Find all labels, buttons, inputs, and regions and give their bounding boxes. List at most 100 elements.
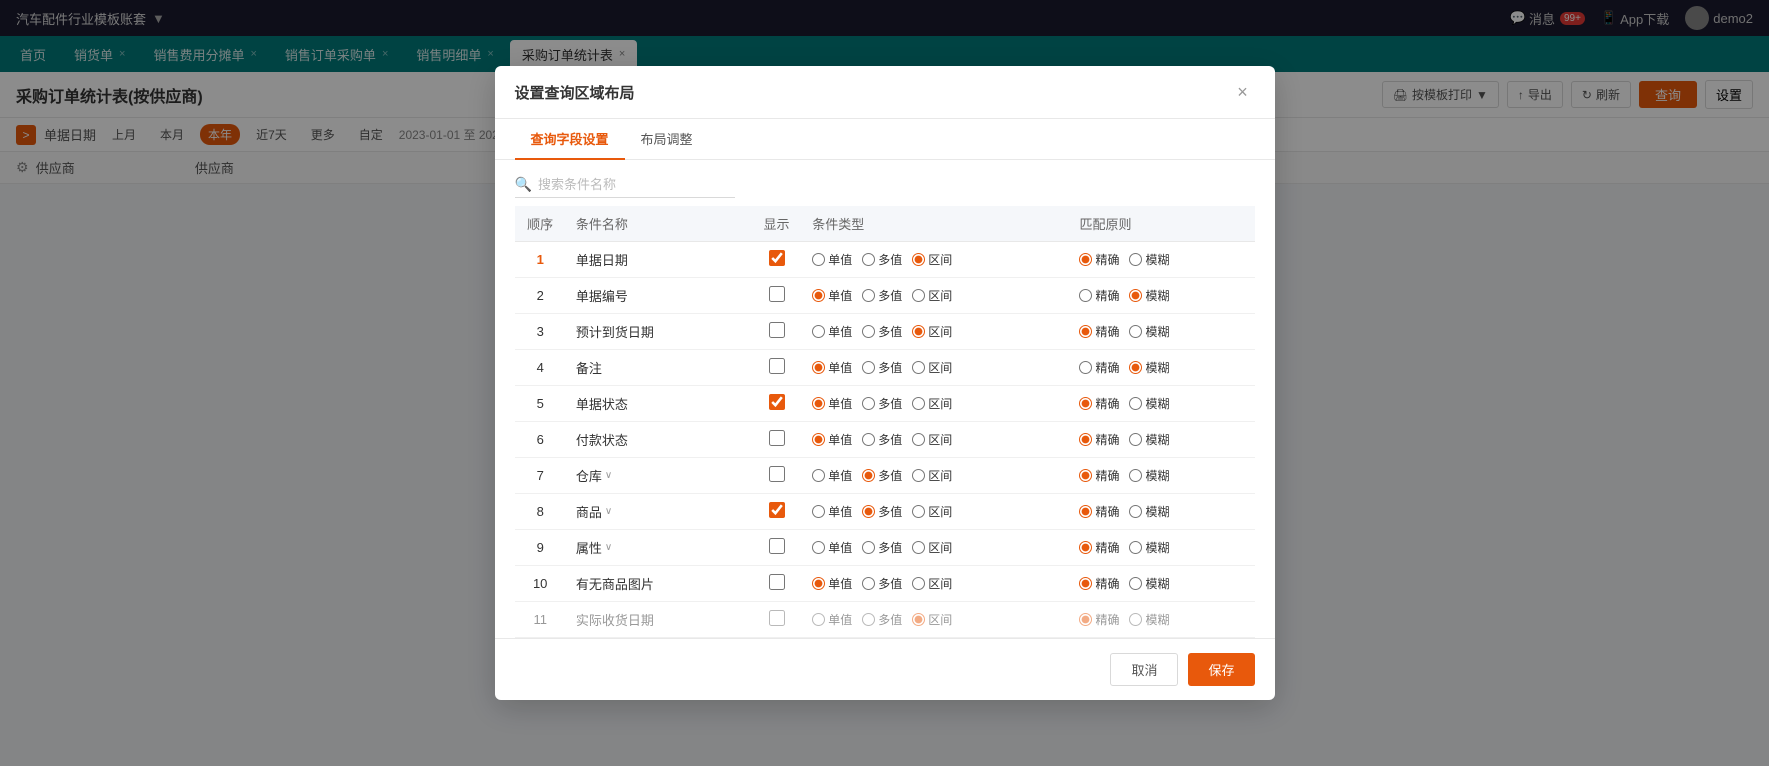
save-btn[interactable]: 保存: [1188, 653, 1254, 686]
radio-match-exact[interactable]: 精确: [1079, 359, 1119, 376]
display-checkbox[interactable]: [769, 466, 785, 482]
radio-type-range[interactable]: 区间: [912, 539, 952, 556]
row-order: 4: [515, 350, 566, 386]
search-input[interactable]: [538, 177, 718, 192]
radio-type-range[interactable]: 区间: [912, 323, 952, 340]
row-order: 5: [515, 386, 566, 422]
radio-type-multi[interactable]: 多值: [862, 611, 902, 628]
radio-type-multi[interactable]: 多值: [862, 287, 902, 304]
radio-type-single[interactable]: 单值: [812, 395, 852, 412]
row-display-checkbox-cell: [751, 386, 802, 422]
radio-match-fuzzy[interactable]: 模糊: [1129, 287, 1169, 304]
radio-type-range[interactable]: 区间: [912, 431, 952, 448]
radio-type-range[interactable]: 区间: [912, 251, 952, 268]
radio-type-single[interactable]: 单值: [812, 611, 852, 628]
row-match-cell: 精确模糊: [1069, 314, 1254, 350]
radio-type-single[interactable]: 单值: [812, 323, 852, 340]
radio-type-multi[interactable]: 多值: [862, 503, 902, 520]
row-order: 3: [515, 314, 566, 350]
row-type-cell: 单值多值区间: [802, 350, 1069, 386]
th-name: 条件名称: [566, 206, 751, 242]
radio-match-exact[interactable]: 精确: [1079, 539, 1119, 556]
radio-type-range[interactable]: 区间: [912, 575, 952, 592]
display-checkbox[interactable]: [769, 574, 785, 590]
row-display-checkbox-cell: [751, 458, 802, 494]
display-checkbox[interactable]: [769, 286, 785, 302]
display-checkbox[interactable]: [769, 358, 785, 374]
cancel-btn[interactable]: 取消: [1110, 653, 1178, 686]
radio-type-multi[interactable]: 多值: [862, 359, 902, 376]
radio-type-range[interactable]: 区间: [912, 395, 952, 412]
radio-type-single[interactable]: 单值: [812, 575, 852, 592]
display-checkbox[interactable]: [769, 250, 785, 266]
radio-match-exact[interactable]: 精确: [1079, 287, 1119, 304]
radio-type-multi[interactable]: 多值: [862, 539, 902, 556]
radio-match-fuzzy[interactable]: 模糊: [1129, 323, 1169, 340]
row-display-checkbox-cell: [751, 566, 802, 602]
table-row: 7仓库 ∨单值多值区间精确模糊: [515, 458, 1255, 494]
th-match: 匹配原则: [1069, 206, 1254, 242]
radio-type-multi[interactable]: 多值: [862, 575, 902, 592]
row-order: 2: [515, 278, 566, 314]
row-match-cell: 精确模糊: [1069, 350, 1254, 386]
radio-match-fuzzy[interactable]: 模糊: [1129, 575, 1169, 592]
radio-match-fuzzy[interactable]: 模糊: [1129, 539, 1169, 556]
radio-match-exact[interactable]: 精确: [1079, 575, 1119, 592]
radio-match-fuzzy[interactable]: 模糊: [1129, 503, 1169, 520]
row-display-checkbox-cell: [751, 350, 802, 386]
radio-type-multi[interactable]: 多值: [862, 251, 902, 268]
radio-type-single[interactable]: 单值: [812, 503, 852, 520]
display-checkbox[interactable]: [769, 394, 785, 410]
radio-type-multi[interactable]: 多值: [862, 395, 902, 412]
row-match-cell: 精确模糊: [1069, 458, 1254, 494]
radio-match-exact[interactable]: 精确: [1079, 323, 1119, 340]
radio-type-single[interactable]: 单值: [812, 287, 852, 304]
radio-type-range[interactable]: 区间: [912, 287, 952, 304]
table-row: 4备注单值多值区间精确模糊: [515, 350, 1255, 386]
radio-type-multi[interactable]: 多值: [862, 431, 902, 448]
display-checkbox[interactable]: [769, 538, 785, 554]
radio-type-single[interactable]: 单值: [812, 359, 852, 376]
row-type-cell: 单值多值区间: [802, 530, 1069, 566]
radio-type-single[interactable]: 单值: [812, 539, 852, 556]
radio-match-fuzzy[interactable]: 模糊: [1129, 251, 1169, 268]
radio-type-single[interactable]: 单值: [812, 467, 852, 484]
tab-query-fields[interactable]: 查询字段设置: [515, 119, 625, 160]
dialog-close-btn[interactable]: ×: [1231, 80, 1255, 104]
row-order: 6: [515, 422, 566, 458]
radio-match-fuzzy[interactable]: 模糊: [1129, 395, 1169, 412]
row-condition-name: 仓库 ∨: [566, 458, 751, 494]
row-condition-name: 商品 ∨: [566, 494, 751, 530]
display-checkbox[interactable]: [769, 322, 785, 338]
radio-match-exact[interactable]: 精确: [1079, 467, 1119, 484]
radio-match-exact[interactable]: 精确: [1079, 503, 1119, 520]
display-checkbox[interactable]: [769, 430, 785, 446]
radio-match-fuzzy[interactable]: 模糊: [1129, 431, 1169, 448]
row-condition-name: 实际收货日期: [566, 602, 751, 638]
tab-layout-adjust[interactable]: 布局调整: [625, 119, 709, 160]
radio-match-fuzzy[interactable]: 模糊: [1129, 611, 1169, 628]
row-display-checkbox-cell: [751, 242, 802, 278]
radio-match-exact[interactable]: 精确: [1079, 611, 1119, 628]
radio-type-single[interactable]: 单值: [812, 431, 852, 448]
radio-match-exact[interactable]: 精确: [1079, 251, 1119, 268]
row-type-cell: 单值多值区间: [802, 242, 1069, 278]
dialog-title: 设置查询区域布局: [515, 82, 635, 103]
table-row: 5单据状态单值多值区间精确模糊: [515, 386, 1255, 422]
radio-match-exact[interactable]: 精确: [1079, 395, 1119, 412]
row-match-cell: 精确模糊: [1069, 386, 1254, 422]
radio-type-range[interactable]: 区间: [912, 611, 952, 628]
radio-match-fuzzy[interactable]: 模糊: [1129, 467, 1169, 484]
radio-match-fuzzy[interactable]: 模糊: [1129, 359, 1169, 376]
radio-type-multi[interactable]: 多值: [862, 323, 902, 340]
radio-type-multi[interactable]: 多值: [862, 467, 902, 484]
radio-type-single[interactable]: 单值: [812, 251, 852, 268]
display-checkbox[interactable]: [769, 502, 785, 518]
settings-dialog: 设置查询区域布局 × 查询字段设置 布局调整 🔍 顺序: [495, 66, 1275, 700]
display-checkbox[interactable]: [769, 610, 785, 626]
radio-match-exact[interactable]: 精确: [1079, 431, 1119, 448]
radio-type-range[interactable]: 区间: [912, 503, 952, 520]
radio-type-range[interactable]: 区间: [912, 467, 952, 484]
row-order: 10: [515, 566, 566, 602]
radio-type-range[interactable]: 区间: [912, 359, 952, 376]
